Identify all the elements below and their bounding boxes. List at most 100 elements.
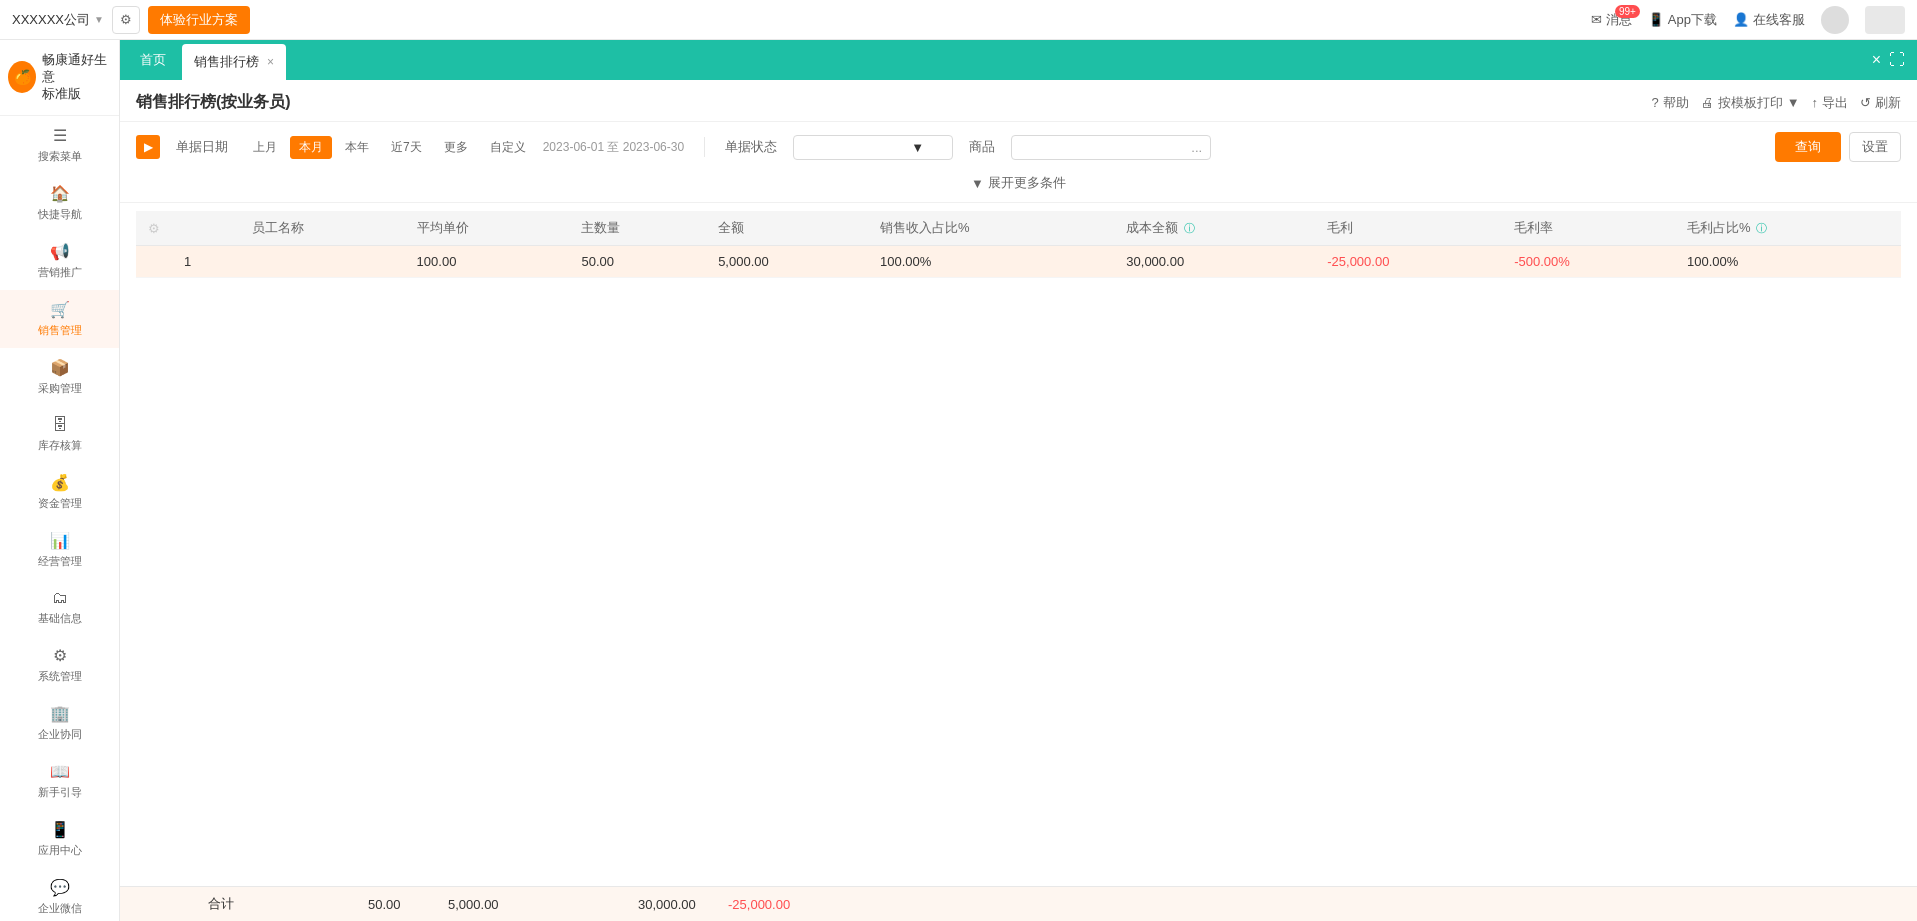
table-footer: 合计 50.00 5,000.00 30,000.00 -25,000.00 xyxy=(120,886,1917,921)
sidebar-item-wechat[interactable]: 💬 企业微信 xyxy=(0,868,119,921)
refresh-button[interactable]: ↺ 刷新 xyxy=(1860,94,1901,112)
status-select[interactable]: ▼ xyxy=(793,135,953,160)
td-gross-pct: 100.00% xyxy=(1675,246,1901,278)
query-button[interactable]: 查询 xyxy=(1775,132,1841,162)
expand-chevron-icon: ▼ xyxy=(971,176,984,191)
table-body: 1 100.00 50.00 5,000.00 100.00% 30,000.0… xyxy=(136,246,1901,278)
sidebar-item-finance[interactable]: 💰 资金管理 xyxy=(0,463,119,521)
app-download-label: App下载 xyxy=(1668,11,1717,29)
tab-minimize-icon[interactable]: × xyxy=(1872,51,1881,69)
user-name-placeholder[interactable] xyxy=(1865,6,1905,34)
sidebar-item-inventory[interactable]: 🗄 库存核算 xyxy=(0,406,119,463)
date-range: 2023-06-01 至 2023-06-30 xyxy=(543,139,684,156)
print-template-button[interactable]: 🖨 按模板打印 ▼ xyxy=(1701,94,1800,112)
date-btn-this-year[interactable]: 本年 xyxy=(336,136,378,159)
th-gross-pct: 毛利占比% ⓘ xyxy=(1675,211,1901,246)
date-btn-last-7[interactable]: 近7天 xyxy=(382,136,431,159)
th-main-qty: 主数量 xyxy=(569,211,706,246)
content-area: 首页 销售排行榜 × × ⛶ 销售排行榜(按业务员) ? 帮助 xyxy=(120,40,1917,921)
setting-button[interactable]: 设置 xyxy=(1849,132,1901,162)
guide-icon: 📖 xyxy=(50,762,70,781)
td-gross-rate: -500.00% xyxy=(1502,246,1675,278)
sidebar-label-app-center: 应用中心 xyxy=(38,843,82,858)
td-amount: 5,000.00 xyxy=(706,246,868,278)
tab-sales-ranking[interactable]: 销售排行榜 × xyxy=(182,44,286,80)
print-icon: 🖨 xyxy=(1701,95,1714,110)
search-order-icon: ☰ xyxy=(53,126,67,145)
app-center-icon: 📱 xyxy=(50,820,70,839)
sidebar-item-guide[interactable]: 📖 新手引导 xyxy=(0,752,119,810)
date-btn-this-month[interactable]: 本月 xyxy=(290,136,332,159)
th-settings[interactable]: ⚙ xyxy=(136,211,172,246)
sales-ranking-table: ⚙ 员工名称 平均单价 主数量 全额 销售收入占比% 成本全额 ⓘ 毛利 xyxy=(136,211,1901,278)
sidebar-label-purchase: 采购管理 xyxy=(38,381,82,396)
sidebar-item-marketing[interactable]: 📢 营销推广 xyxy=(0,232,119,290)
page-header: 销售排行榜(按业务员) ? 帮助 🖨 按模板打印 ▼ ↑ 导出 xyxy=(120,80,1917,122)
sidebar-label-sales: 销售管理 xyxy=(38,323,82,338)
th-name: 员工名称 xyxy=(240,211,405,246)
expand-button[interactable]: ▼ 展开更多条件 xyxy=(971,174,1066,192)
sidebar-item-quick-nav[interactable]: 🏠 快捷导航 xyxy=(0,174,119,232)
filter-toggle-icon[interactable]: ▶ xyxy=(136,135,160,159)
table-header: ⚙ 员工名称 平均单价 主数量 全额 销售收入占比% 成本全额 ⓘ 毛利 xyxy=(136,211,1901,246)
trial-button[interactable]: 体验行业方案 xyxy=(148,6,250,34)
sidebar-item-enterprise[interactable]: 🏢 企业协同 xyxy=(0,694,119,752)
operation-icon: 📊 xyxy=(50,531,70,550)
system-icon: ⚙ xyxy=(53,646,67,665)
gross-pct-info-icon[interactable]: ⓘ xyxy=(1756,222,1767,234)
service-icon: 👤 xyxy=(1733,12,1749,27)
th-cost: 成本全额 ⓘ xyxy=(1114,211,1315,246)
footer-label: 合计 xyxy=(196,895,276,913)
date-label: 单据日期 xyxy=(176,138,228,156)
sidebar-logo: 🍊 畅康通好生意 标准版 xyxy=(0,40,119,116)
sidebar-label-quick-nav: 快捷导航 xyxy=(38,207,82,222)
sidebar-item-operation[interactable]: 📊 经营管理 xyxy=(0,521,119,579)
td-cost: 30,000.00 xyxy=(1114,246,1315,278)
quick-nav-icon: 🏠 xyxy=(50,184,70,203)
date-btn-custom[interactable]: 自定义 xyxy=(481,136,535,159)
enterprise-icon: 🏢 xyxy=(50,704,70,723)
logo-text: 畅康通好生意 标准版 xyxy=(42,52,111,103)
sidebar-label-operation: 经营管理 xyxy=(38,554,82,569)
date-btn-more[interactable]: 更多 xyxy=(435,136,477,159)
export-icon: ↑ xyxy=(1812,95,1819,110)
sidebar-item-sales[interactable]: 🛒 销售管理 xyxy=(0,290,119,348)
tab-close-icon[interactable]: × xyxy=(267,55,274,69)
cost-info-icon[interactable]: ⓘ xyxy=(1184,222,1195,234)
help-icon: ? xyxy=(1651,95,1658,110)
th-gross-rate: 毛利率 xyxy=(1502,211,1675,246)
td-avg-price: 100.00 xyxy=(405,246,570,278)
td-main-qty: 50.00 xyxy=(569,246,706,278)
avatar[interactable] xyxy=(1821,6,1849,34)
td-icon xyxy=(136,246,172,278)
sidebar-label-wechat: 企业微信 xyxy=(38,901,82,916)
td-rank: 1 xyxy=(172,246,240,278)
page-title: 销售排行榜(按业务员) xyxy=(136,92,291,113)
tab-active-label: 销售排行榜 xyxy=(194,53,259,71)
tab-bar: 首页 销售排行榜 × × ⛶ xyxy=(120,40,1917,80)
online-service-button[interactable]: 👤 在线客服 xyxy=(1733,11,1805,29)
message-button[interactable]: ✉ 消息 99+ xyxy=(1591,11,1632,29)
sidebar-item-system[interactable]: ⚙ 系统管理 xyxy=(0,636,119,694)
th-gross: 毛利 xyxy=(1315,211,1502,246)
tab-maximize-icon[interactable]: ⛶ xyxy=(1889,51,1905,69)
page-content: 销售排行榜(按业务员) ? 帮助 🖨 按模板打印 ▼ ↑ 导出 xyxy=(120,80,1917,921)
sidebar-item-app-center[interactable]: 📱 应用中心 xyxy=(0,810,119,868)
main-layout: 🍊 畅康通好生意 标准版 ☰ 搜索菜单 🏠 快捷导航 📢 营销推广 🛒 销售管理… xyxy=(0,40,1917,921)
company-selector[interactable]: XXXXXX公司 ▼ xyxy=(12,11,104,29)
sidebar-item-basic[interactable]: 🗂 基础信息 xyxy=(0,579,119,636)
sidebar-item-search-order[interactable]: ☰ 搜索菜单 xyxy=(0,116,119,174)
export-button[interactable]: ↑ 导出 xyxy=(1812,94,1849,112)
sales-icon: 🛒 xyxy=(50,300,70,319)
chevron-down-icon: ▼ xyxy=(94,14,104,25)
goods-more-icon[interactable]: ... xyxy=(1191,140,1202,155)
tab-home[interactable]: 首页 xyxy=(124,40,182,80)
settings-icon[interactable]: ⚙ xyxy=(112,6,140,34)
table-area: ⚙ 员工名称 平均单价 主数量 全额 销售收入占比% 成本全额 ⓘ 毛利 xyxy=(120,203,1917,886)
date-btn-last-month[interactable]: 上月 xyxy=(244,136,286,159)
goods-input[interactable]: ... xyxy=(1011,135,1211,160)
footer-gross: -25,000.00 xyxy=(716,897,806,912)
help-button[interactable]: ? 帮助 xyxy=(1651,94,1688,112)
sidebar-item-purchase[interactable]: 📦 采购管理 xyxy=(0,348,119,406)
app-download-button[interactable]: 📱 App下载 xyxy=(1648,11,1717,29)
